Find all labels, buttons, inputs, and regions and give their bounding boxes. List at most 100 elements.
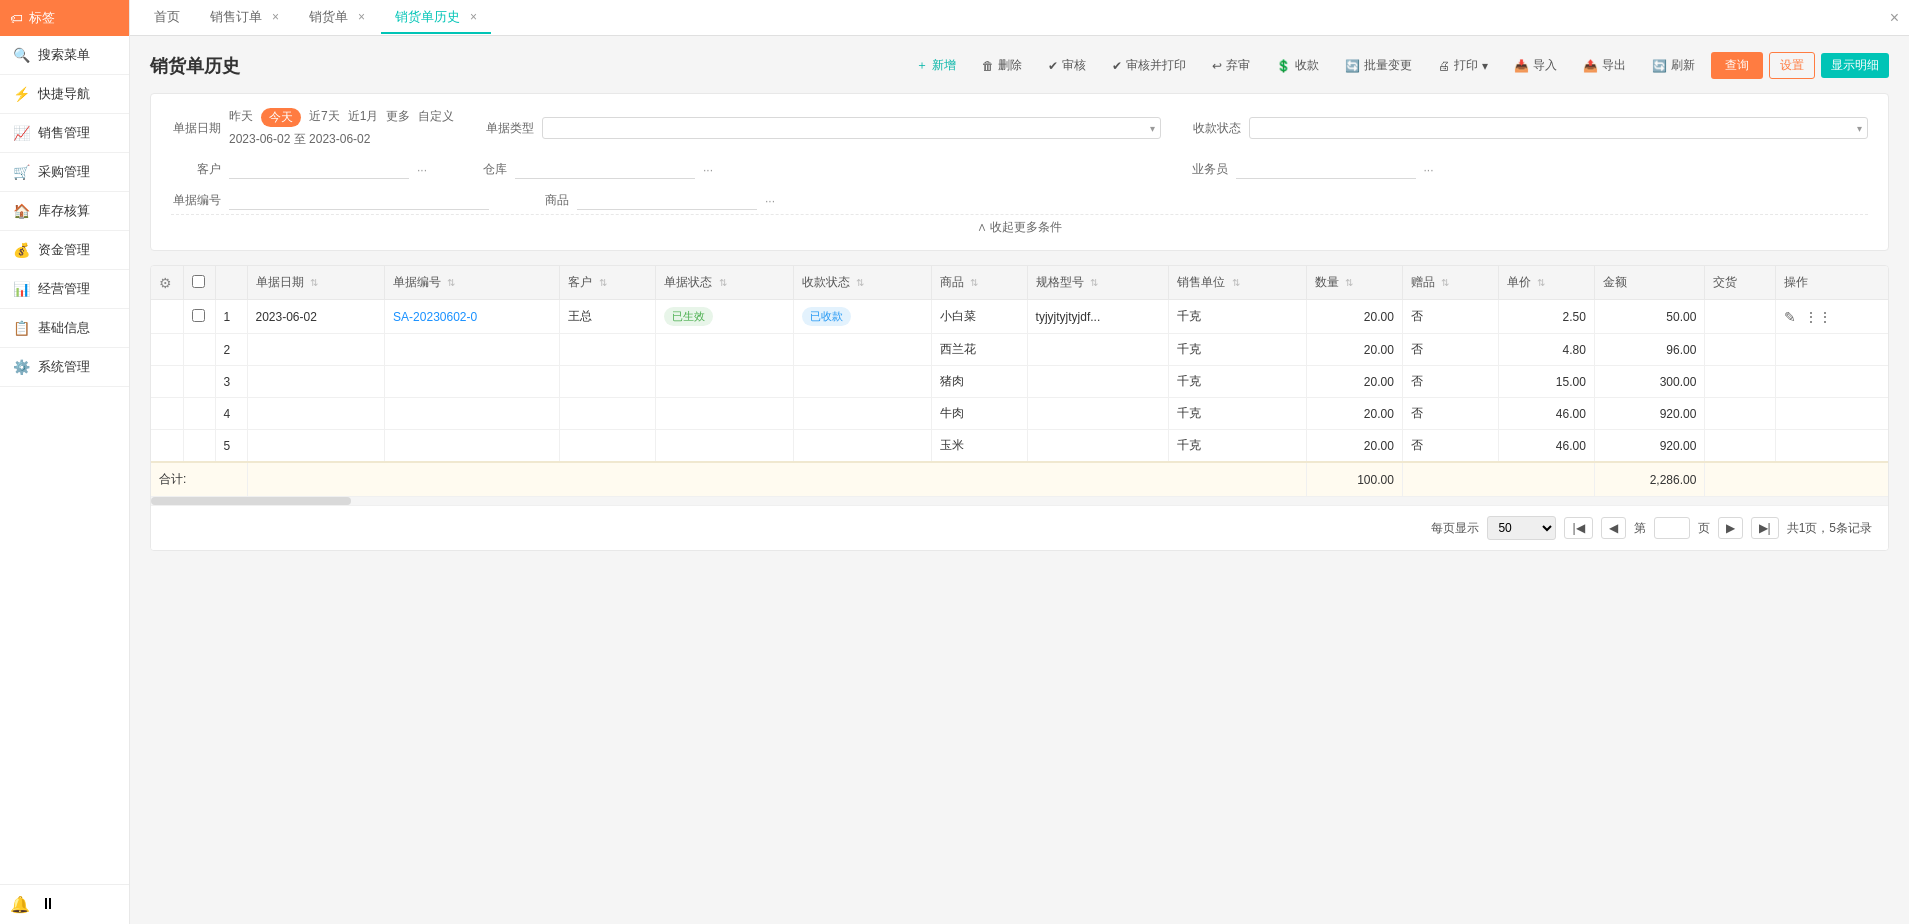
sidebar-item-basic-info[interactable]: 📋 基础信息	[0, 309, 129, 348]
col-customer[interactable]: 客户 ⇅	[560, 266, 656, 300]
col-doc-status[interactable]: 单据状态 ⇅	[656, 266, 794, 300]
page-size-select[interactable]: 50 100 200	[1487, 516, 1556, 540]
more-conditions-label: ∧ 收起更多条件	[977, 219, 1062, 236]
more-conditions-toggle[interactable]: ∧ 收起更多条件	[171, 214, 1868, 240]
warehouse-input[interactable]	[515, 160, 695, 179]
product-input[interactable]	[577, 191, 757, 210]
abandon-icon: ↩	[1212, 59, 1222, 73]
import-button[interactable]: 📥 导入	[1504, 53, 1567, 78]
row4-checkbox	[183, 398, 215, 430]
row2-payment-status	[794, 334, 932, 366]
table-scrollbar[interactable]	[151, 497, 1888, 505]
prev-page-button[interactable]: ◀	[1601, 517, 1626, 539]
product-select-icon[interactable]: ···	[765, 194, 775, 208]
summary-row: 合计: 100.00 2,286.00	[151, 462, 1888, 497]
yesterday-shortcut[interactable]: 昨天	[229, 108, 253, 127]
row1-spec: tyjyjtyjtyjdf...	[1027, 300, 1169, 334]
row3-settings	[151, 366, 183, 398]
sidebar-item-finance[interactable]: 💰 资金管理	[0, 231, 129, 270]
lightning-icon: ⚡	[12, 85, 30, 103]
page-number-input[interactable]: 1	[1654, 517, 1690, 539]
next-page-button[interactable]: ▶	[1718, 517, 1743, 539]
display-detail-button[interactable]: 显示明细	[1821, 53, 1889, 78]
col-qty[interactable]: 数量 ⇅	[1306, 266, 1402, 300]
col-settings: ⚙	[151, 266, 183, 300]
today-shortcut[interactable]: 今天	[261, 108, 301, 127]
row5-trade	[1705, 430, 1776, 463]
tab-home[interactable]: 首页	[140, 2, 194, 34]
export-button[interactable]: 📤 导出	[1573, 53, 1636, 78]
more-shortcut[interactable]: 更多	[386, 108, 410, 127]
col-spec[interactable]: 规格型号 ⇅	[1027, 266, 1169, 300]
date-range-display: 2023-06-02 至 2023-06-02	[229, 131, 454, 148]
last-page-button[interactable]: ▶|	[1751, 517, 1779, 539]
last7-shortcut[interactable]: 近7天	[309, 108, 340, 127]
batch-change-button[interactable]: 🔄 批量变更	[1335, 53, 1422, 78]
col-unit[interactable]: 销售单位 ⇅	[1169, 266, 1307, 300]
tab-sales-history-label: 销货单历史	[395, 8, 460, 26]
sidebar-item-purchase[interactable]: 🛒 采购管理	[0, 153, 129, 192]
col-gift[interactable]: 赠品 ⇅	[1402, 266, 1498, 300]
pause-icon[interactable]: ⏸	[40, 895, 56, 914]
row3-gift: 否	[1402, 366, 1498, 398]
refresh-button[interactable]: 🔄 刷新	[1642, 53, 1705, 78]
row1-doc-no-link[interactable]: SA-20230602-0	[393, 310, 477, 324]
salesperson-input[interactable]	[1236, 160, 1416, 179]
print-button[interactable]: 🖨 打印 ▾	[1428, 53, 1498, 78]
select-all-checkbox[interactable]	[192, 275, 205, 288]
col-doc-no[interactable]: 单据编号 ⇅	[385, 266, 560, 300]
tab-sales-delivery[interactable]: 销货单 ×	[295, 2, 379, 34]
audit-print-button[interactable]: ✔ 审核并打印	[1102, 53, 1196, 78]
query-label: 查询	[1725, 57, 1749, 74]
query-button[interactable]: 查询	[1711, 52, 1763, 79]
col-doc-status-label: 单据状态	[664, 275, 712, 289]
notification-icon[interactable]: 🔔	[10, 895, 30, 914]
salesperson-select-icon[interactable]: ···	[1424, 163, 1434, 177]
sidebar-item-inventory[interactable]: 🏠 库存核算	[0, 192, 129, 231]
tab-sales-delivery-label: 销货单	[309, 8, 348, 26]
row4-index: 4	[215, 398, 247, 430]
tab-sales-delivery-close[interactable]: ×	[358, 10, 365, 24]
col-price[interactable]: 单价 ⇅	[1498, 266, 1594, 300]
customer-select-icon[interactable]: ···	[417, 163, 427, 177]
tab-sales-history-close[interactable]: ×	[470, 10, 477, 24]
doc-no-input[interactable]	[229, 191, 489, 210]
row1-more-icon[interactable]: ⋮⋮	[1804, 309, 1832, 325]
payment-status-select[interactable]	[1249, 117, 1868, 139]
customer-input[interactable]	[229, 160, 409, 179]
collect-button[interactable]: 💲 收款	[1266, 53, 1329, 78]
last30-shortcut[interactable]: 近1月	[348, 108, 379, 127]
col-date[interactable]: 单据日期 ⇅	[247, 266, 385, 300]
tab-sales-order[interactable]: 销售订单 ×	[196, 2, 293, 34]
row4-doc-no	[385, 398, 560, 430]
tab-sales-history[interactable]: 销货单历史 ×	[381, 2, 491, 34]
sidebar-item-system[interactable]: ⚙️ 系统管理	[0, 348, 129, 387]
custom-shortcut[interactable]: 自定义	[418, 108, 454, 127]
doc-type-select[interactable]	[542, 117, 1161, 139]
brand-label: 标签	[29, 9, 55, 27]
warehouse-select-icon[interactable]: ···	[703, 163, 713, 177]
settings-button[interactable]: 设置	[1769, 52, 1815, 79]
col-payment-status[interactable]: 收款状态 ⇅	[794, 266, 932, 300]
row2-date	[247, 334, 385, 366]
sidebar-item-quicknav[interactable]: ⚡ 快捷导航	[0, 75, 129, 114]
table-row: 4 牛肉 千克 20.00 否 46.00 920.00	[151, 398, 1888, 430]
first-page-button[interactable]: |◀	[1564, 517, 1592, 539]
table-settings-icon[interactable]: ⚙	[159, 275, 172, 291]
new-button[interactable]: ＋ 新增	[906, 53, 966, 78]
row1-edit-icon[interactable]: ✎	[1784, 309, 1796, 325]
sidebar-item-sales[interactable]: 📈 销售管理	[0, 114, 129, 153]
sidebar-item-operations[interactable]: 📊 经营管理	[0, 270, 129, 309]
row3-actions	[1776, 366, 1888, 398]
tab-sales-order-close[interactable]: ×	[272, 10, 279, 24]
row5-payment-status	[794, 430, 932, 463]
audit-button[interactable]: ✔ 审核	[1038, 53, 1096, 78]
payment-status-filter: 收款状态	[1191, 117, 1868, 139]
row1-select-checkbox[interactable]	[192, 309, 205, 322]
close-all-tabs-button[interactable]: ×	[1890, 9, 1899, 27]
plus-icon: ＋	[916, 57, 928, 74]
abandon-button[interactable]: ↩ 弃审	[1202, 53, 1260, 78]
sidebar-item-search[interactable]: 🔍 搜索菜单	[0, 36, 129, 75]
col-product[interactable]: 商品 ⇅	[931, 266, 1027, 300]
delete-button[interactable]: 🗑 删除	[972, 53, 1032, 78]
